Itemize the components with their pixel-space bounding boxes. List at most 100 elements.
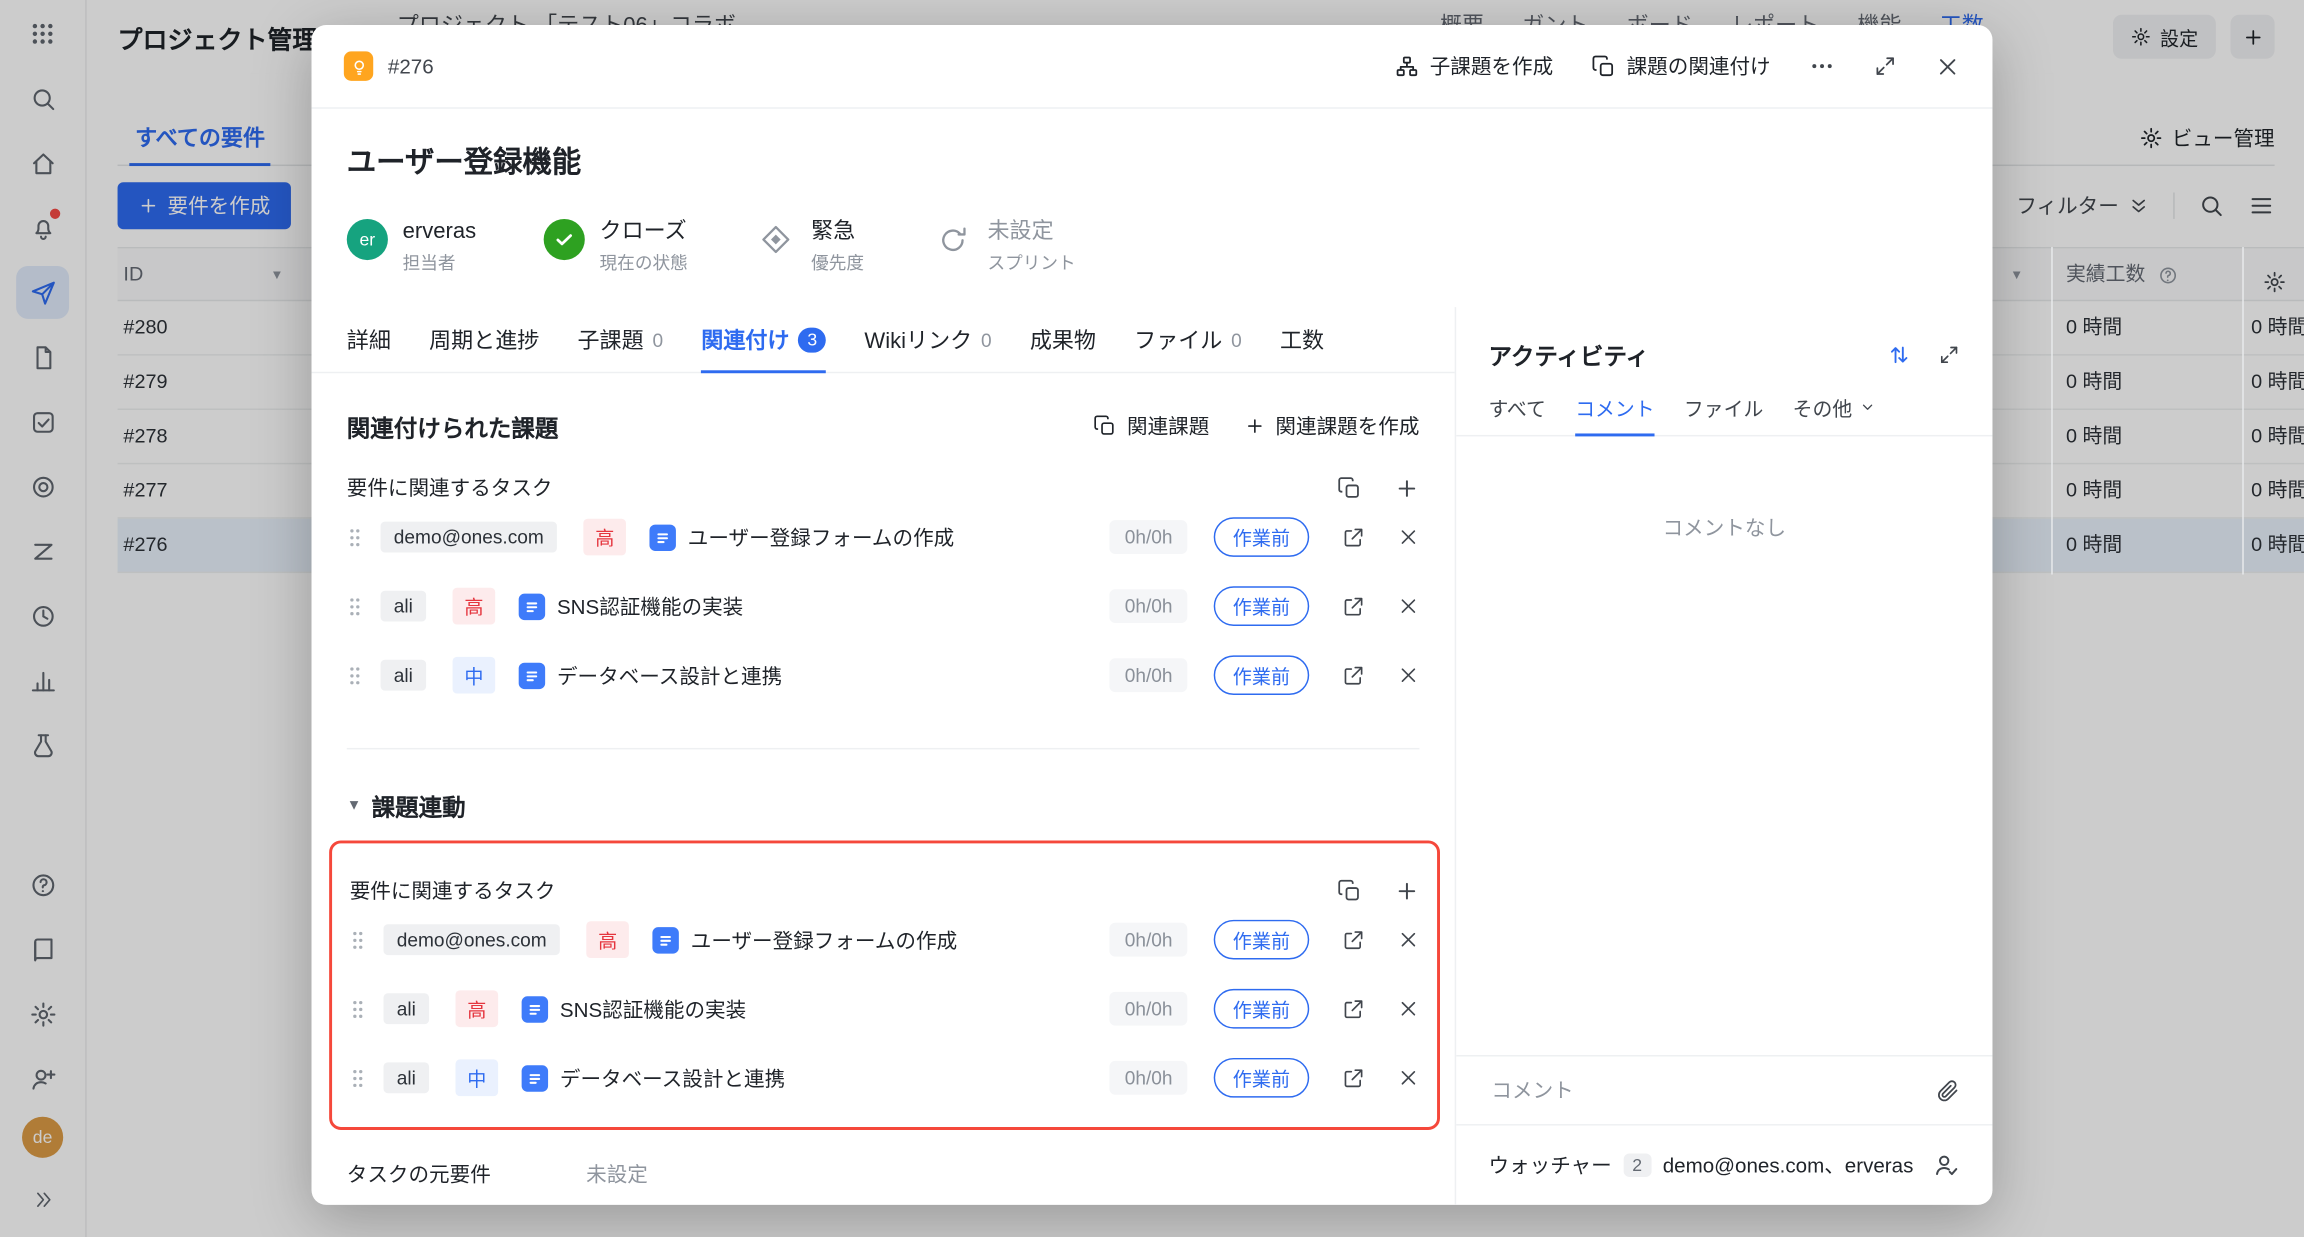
task-priority-tag: 中 — [452, 656, 496, 694]
task-status-pill[interactable]: 作業前 — [1213, 517, 1310, 557]
drag-handle-icon[interactable] — [350, 1066, 366, 1090]
drag-handle-icon[interactable] — [350, 997, 366, 1021]
copy-link-icon[interactable] — [1337, 475, 1362, 500]
links-count-badge: 3 — [798, 326, 827, 352]
task-title[interactable]: SNS認証機能の実装 — [560, 994, 746, 1023]
remove-link-icon[interactable] — [1397, 526, 1419, 548]
task-status-pill[interactable]: 作業前 — [1213, 988, 1310, 1029]
link-issue-label: 課題の関連付け — [1626, 54, 1771, 78]
add-link-icon[interactable] — [1394, 475, 1419, 500]
task-status-pill[interactable]: 作業前 — [1213, 1057, 1310, 1098]
watch-toggle-icon[interactable] — [1934, 1152, 1960, 1178]
tab-links[interactable]: 関連付け 3 — [701, 307, 827, 374]
activity-tab-comments[interactable]: コメント — [1575, 392, 1655, 437]
task-status-pill[interactable]: 作業前 — [1213, 586, 1310, 626]
task-status-pill[interactable]: 作業前 — [1213, 655, 1310, 696]
task-status-pill[interactable]: 作業前 — [1213, 919, 1310, 960]
sprint-value: 未設定 — [987, 218, 1054, 244]
issue-linkage-collapse-header[interactable]: ▼ 課題連動 — [347, 788, 1420, 823]
task-priority-tag: 中 — [455, 1059, 499, 1097]
task-hours-pill: 0h/0h — [1110, 658, 1188, 693]
task-assignee-tag: ali — [383, 993, 430, 1025]
task-assignee-tag: ali — [380, 659, 427, 691]
activity-tab-all[interactable]: すべて — [1488, 392, 1545, 435]
issue-tabs: 詳細 周期と進捗 子課題 0 関連付け 3 Wikiリンク 0 成果物 ファイル 0 工… — [311, 307, 1455, 374]
drag-handle-icon[interactable] — [347, 663, 363, 687]
create-related-issue-button[interactable]: 関連課題を作成 — [1245, 411, 1419, 440]
open-in-new-icon[interactable] — [1342, 997, 1366, 1021]
remove-link-icon[interactable] — [1397, 998, 1419, 1020]
attachment-paperclip-icon[interactable] — [1935, 1078, 1960, 1103]
activity-tab-other[interactable]: その他 — [1793, 392, 1876, 435]
section-divider — [346, 747, 1420, 750]
links-panel: 関連付けられた課題 関連課題 関連課題を作成 要件に関連するタスク demo@o… — [312, 373, 1455, 1205]
tab-wiki-links[interactable]: Wikiリンク 0 — [864, 307, 991, 372]
task-source-row: タスクの元要件 未設定 — [347, 1159, 1420, 1188]
task-source-value[interactable]: 未設定 — [586, 1162, 648, 1186]
chevron-down-icon — [1858, 398, 1876, 416]
assignee-field[interactable]: er erveras 担当者 — [346, 218, 476, 275]
open-in-new-icon[interactable] — [1342, 663, 1366, 687]
remove-link-icon[interactable] — [1397, 929, 1419, 951]
comment-input[interactable] — [1488, 1077, 1921, 1104]
status-label: 現在の状態 — [599, 252, 688, 274]
issue-meta-row: er erveras 担当者 クローズ 現在の状態 緊急 優先度 未設定 スプリ… — [346, 218, 1957, 275]
priority-diamond-icon — [755, 219, 796, 260]
open-in-new-icon[interactable] — [1342, 525, 1366, 549]
task-source-label: タスクの元要件 — [346, 1162, 491, 1186]
tab-cycle-progress[interactable]: 周期と進捗 — [429, 307, 539, 372]
tab-subissues[interactable]: 子課題 0 — [578, 307, 664, 372]
close-icon[interactable] — [1935, 54, 1960, 79]
open-in-new-icon[interactable] — [1342, 594, 1366, 618]
create-subissue-button[interactable]: 子課題を作成 — [1394, 51, 1553, 80]
assignee-label: 担当者 — [402, 252, 456, 274]
open-in-new-icon[interactable] — [1342, 1066, 1366, 1090]
activity-tab-files[interactable]: ファイル — [1684, 392, 1763, 435]
task-priority-tag: 高 — [455, 990, 499, 1028]
drag-handle-icon[interactable] — [347, 525, 363, 549]
add-link-icon[interactable] — [1394, 878, 1419, 903]
linked-task-row: demo@ones.com 高 ユーザー登録フォームの作成 0h/0h 作業前 — [347, 503, 1420, 572]
activity-sort-icon[interactable] — [1887, 342, 1912, 367]
remove-link-icon[interactable] — [1397, 1067, 1419, 1089]
remove-link-icon[interactable] — [1397, 664, 1419, 686]
task-title[interactable]: データベース設計と連携 — [557, 660, 782, 689]
drag-handle-icon[interactable] — [350, 928, 366, 952]
comment-input-row — [1456, 1055, 1993, 1124]
link-issue-button[interactable]: 課題の関連付け — [1591, 51, 1771, 80]
priority-label: 優先度 — [811, 252, 865, 274]
tab-deliverables[interactable]: 成果物 — [1030, 307, 1096, 372]
link-group-title: 要件に関連するタスク — [346, 476, 553, 500]
linked-task-row: demo@ones.com 高 ユーザー登録フォームの作成 0h/0h 作業前 — [350, 905, 1420, 974]
status-field[interactable]: クローズ 現在の状態 — [543, 218, 688, 275]
activity-expand-icon[interactable] — [1938, 343, 1960, 365]
priority-value: 緊急 — [811, 218, 856, 244]
task-hours-pill: 0h/0h — [1110, 520, 1188, 554]
task-title[interactable]: ユーザー登録フォームの作成 — [691, 925, 957, 954]
task-title[interactable]: ユーザー登録フォームの作成 — [688, 522, 954, 551]
sprint-field[interactable]: 未設定 スプリント — [932, 219, 1076, 275]
task-priority-tag: 高 — [583, 518, 627, 556]
linked-task-row: ali 中 データベース設計と連携 0h/0h 作業前 — [350, 1043, 1420, 1112]
linked-task-row: ali 中 データベース設計と連携 0h/0h 作業前 — [347, 641, 1420, 710]
more-actions-icon[interactable] — [1809, 53, 1835, 79]
issue-title: ユーザー登録機能 — [346, 146, 582, 180]
priority-field[interactable]: 緊急 優先度 — [755, 219, 864, 275]
activity-title: アクティビティ — [1488, 345, 1650, 371]
copy-link-icon[interactable] — [1337, 878, 1362, 903]
tab-files[interactable]: ファイル 0 — [1134, 307, 1242, 372]
plus-icon — [1245, 416, 1266, 437]
remove-link-icon[interactable] — [1397, 595, 1419, 617]
tab-hours[interactable]: 工数 — [1280, 307, 1324, 372]
task-type-icon — [521, 995, 549, 1022]
drag-handle-icon[interactable] — [347, 594, 363, 618]
task-type-icon — [652, 926, 679, 953]
tab-details[interactable]: 詳細 — [347, 307, 391, 372]
open-in-new-icon[interactable] — [1342, 928, 1366, 952]
requirement-type-icon — [343, 51, 374, 81]
link-group-title: 要件に関連するタスク — [349, 878, 556, 903]
task-title[interactable]: データベース設計と連携 — [560, 1063, 785, 1092]
task-title[interactable]: SNS認証機能の実装 — [557, 591, 743, 620]
related-issues-button[interactable]: 関連課題 — [1093, 411, 1209, 440]
fullscreen-expand-icon[interactable] — [1873, 54, 1897, 78]
